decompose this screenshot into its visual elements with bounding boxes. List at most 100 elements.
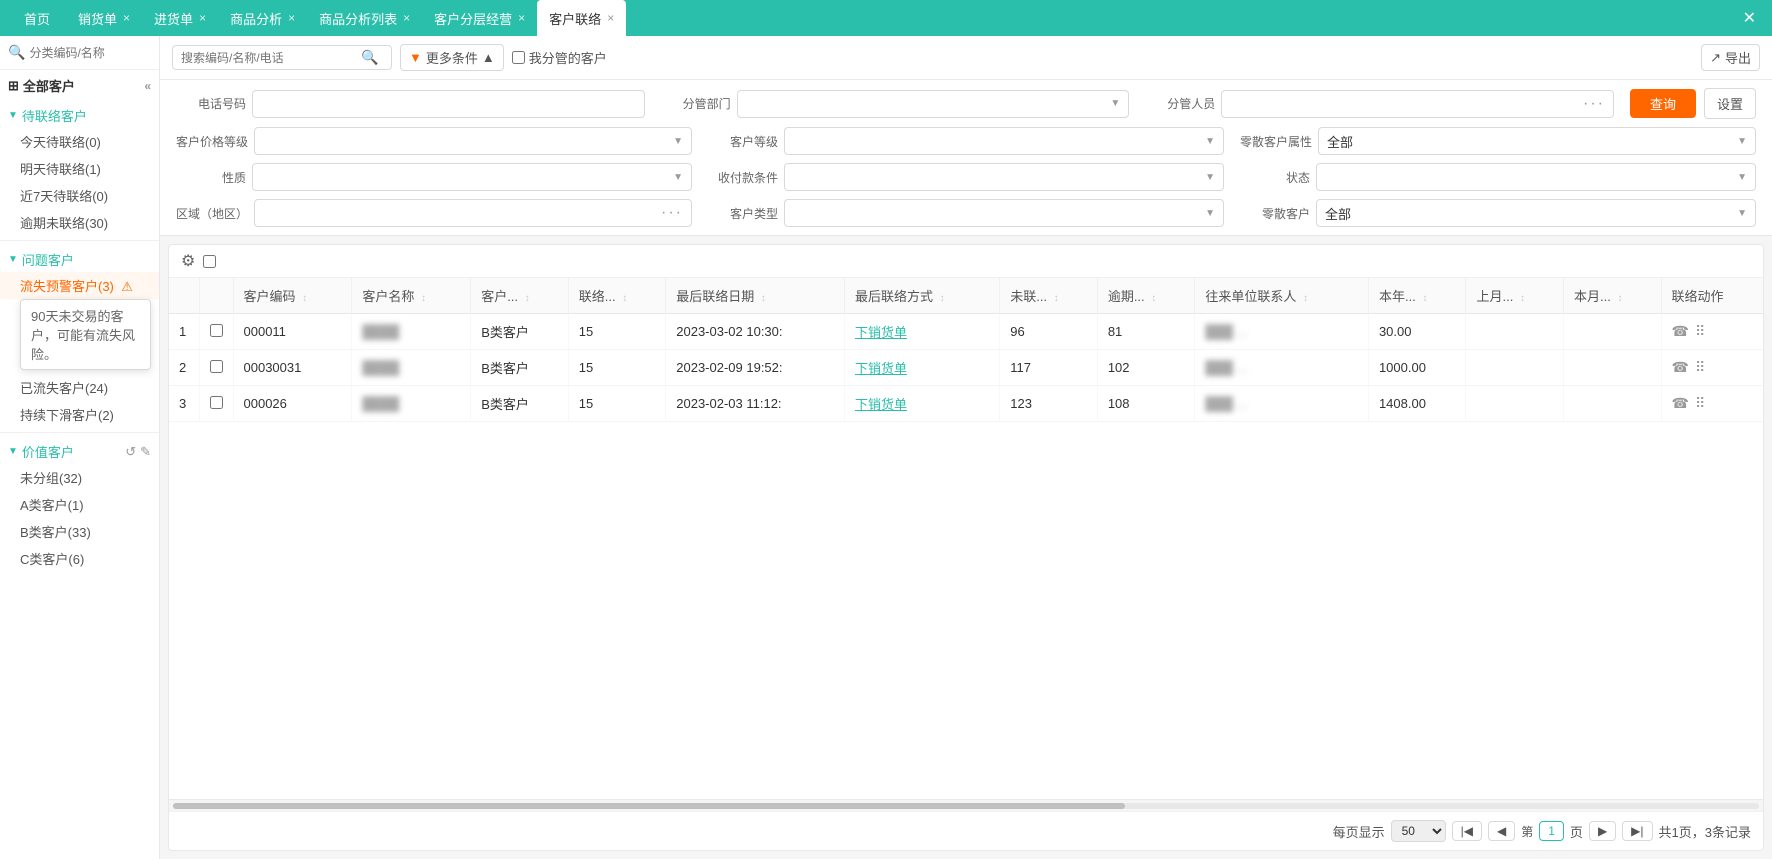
page-first-btn[interactable]: |◀ bbox=[1452, 821, 1482, 841]
filter-scattered-attr-select[interactable]: 全部 ▼ bbox=[1318, 127, 1756, 155]
window-close-icon[interactable]: ✕ bbox=[1735, 8, 1764, 28]
cell-actions[interactable]: ☎⠿ bbox=[1661, 386, 1763, 422]
cell-last-contact-method[interactable]: 下销货单 bbox=[844, 386, 999, 422]
select-all-checkbox[interactable] bbox=[203, 255, 216, 268]
contact-icon[interactable]: ☎ bbox=[1672, 323, 1689, 340]
col-contact[interactable]: 联络... ↕ bbox=[568, 278, 666, 314]
filter-nature-select[interactable]: ▼ bbox=[252, 163, 692, 191]
scrollbar-track[interactable] bbox=[173, 803, 1759, 809]
cell-checkbox[interactable] bbox=[199, 386, 233, 422]
filter-dept-select[interactable]: ▼ bbox=[737, 90, 1130, 118]
search-input[interactable] bbox=[181, 51, 361, 65]
tab-analysis-close[interactable]: × bbox=[288, 11, 295, 25]
col-this-year[interactable]: 本年... ↕ bbox=[1368, 278, 1466, 314]
search-input-wrap[interactable]: 🔍 bbox=[172, 45, 392, 70]
tab-analysis-list-close[interactable]: × bbox=[403, 11, 410, 25]
filter-phone-input[interactable] bbox=[252, 90, 645, 118]
filter-payment-select[interactable]: ▼ bbox=[784, 163, 1224, 191]
contact-icon[interactable]: ☎ bbox=[1672, 359, 1689, 376]
sidebar-item-class-c[interactable]: C类客户(6) bbox=[0, 545, 159, 572]
cell-last-contact-method[interactable]: 下销货单 bbox=[844, 314, 999, 350]
sidebar-all-customers[interactable]: ⊞ 全部客户 « bbox=[0, 70, 159, 101]
col-this-month[interactable]: 本月... ↕ bbox=[1564, 278, 1662, 314]
col-last-contact-method[interactable]: 最后联络方式 ↕ bbox=[844, 278, 999, 314]
tab-home[interactable]: 首页 bbox=[8, 0, 66, 36]
cell-overdue: 102 bbox=[1097, 350, 1195, 386]
sidebar-item-churn-warning[interactable]: 流失预警客户(3) ⚠ bbox=[0, 272, 159, 299]
edit-icon[interactable]: ✎ bbox=[140, 444, 151, 460]
filter-price-level-select[interactable]: ▼ bbox=[254, 127, 692, 155]
tab-sales[interactable]: 销货单 × bbox=[66, 0, 142, 36]
settings-btn[interactable]: 设置 bbox=[1704, 88, 1756, 119]
my-customers-checkbox-wrap[interactable]: 我分管的客户 bbox=[512, 48, 607, 67]
cell-actions[interactable]: ☎⠿ bbox=[1661, 314, 1763, 350]
sidebar-group-value[interactable]: ▼ 价值客户 ↺ ✎ bbox=[0, 437, 159, 464]
tab-customer-contact-close[interactable]: × bbox=[607, 11, 614, 25]
refresh-icon[interactable]: ↺ bbox=[125, 444, 136, 460]
filter-customer-level-select[interactable]: ▼ bbox=[784, 127, 1224, 155]
page-last-btn[interactable]: ▶| bbox=[1622, 821, 1652, 841]
col-last-month[interactable]: 上月... ↕ bbox=[1466, 278, 1564, 314]
page-next-btn[interactable]: ▶ bbox=[1589, 821, 1616, 841]
page-prev-btn[interactable]: ◀ bbox=[1488, 821, 1515, 841]
query-btn[interactable]: 查询 bbox=[1630, 89, 1696, 118]
more-action-icon[interactable]: ⠿ bbox=[1695, 323, 1705, 340]
table-settings-icon[interactable]: ⚙ bbox=[181, 251, 195, 271]
filter-customer-type-arrow: ▼ bbox=[1205, 208, 1215, 219]
my-customers-checkbox[interactable] bbox=[512, 51, 525, 64]
filter-region-select[interactable]: ··· bbox=[254, 199, 692, 227]
sidebar-item-tomorrow-pending[interactable]: 明天待联络(1) bbox=[0, 155, 159, 182]
col-last-contact-date[interactable]: 最后联络日期 ↕ bbox=[666, 278, 845, 314]
horizontal-scrollbar[interactable] bbox=[169, 799, 1763, 811]
col-uncontacted[interactable]: 未联... ↕ bbox=[1000, 278, 1098, 314]
cell-checkbox[interactable] bbox=[199, 314, 233, 350]
more-conditions-btn[interactable]: ▼ 更多条件 ▲ bbox=[400, 44, 504, 71]
tab-analysis[interactable]: 商品分析 × bbox=[218, 0, 307, 36]
filter-nature-label: 性质 bbox=[176, 169, 246, 186]
filter-manager-select[interactable]: ··· bbox=[1221, 90, 1614, 118]
tab-customer-tier[interactable]: 客户分层经营 × bbox=[422, 0, 537, 36]
sort-this-year-icon: ↕ bbox=[1422, 293, 1427, 304]
col-name[interactable]: 客户名称 ↕ bbox=[352, 278, 471, 314]
search-icon-btn[interactable]: 🔍 bbox=[361, 49, 378, 66]
scrollbar-thumb[interactable] bbox=[173, 803, 1125, 809]
tab-purchase-close[interactable]: × bbox=[199, 11, 206, 25]
sidebar-item-ungrouped[interactable]: 未分组(32) bbox=[0, 464, 159, 491]
export-btn[interactable]: ↗ 导出 bbox=[1701, 44, 1760, 71]
churn-tooltip: 90天未交易的客户，可能有流失风险。 bbox=[20, 299, 151, 370]
filter-nature-arrow: ▼ bbox=[673, 172, 683, 183]
sidebar-item-churned[interactable]: 已流失客户(24) bbox=[0, 374, 159, 401]
tab-bar: 首页 销货单 × 进货单 × 商品分析 × 商品分析列表 × 客户分层经营 × … bbox=[0, 0, 1772, 36]
sidebar-item-7days-pending[interactable]: 近7天待联络(0) bbox=[0, 182, 159, 209]
more-action-icon[interactable]: ⠿ bbox=[1695, 395, 1705, 412]
sidebar-item-declining[interactable]: 持续下滑客户(2) bbox=[0, 401, 159, 428]
filter-scattered-select[interactable]: 全部 ▼ bbox=[1316, 199, 1756, 227]
sidebar-group-pending[interactable]: ▼ 待联络客户 bbox=[0, 101, 159, 128]
sidebar-item-class-b[interactable]: B类客户(33) bbox=[0, 518, 159, 545]
tab-customer-contact[interactable]: 客户联络 × bbox=[537, 0, 626, 36]
page-size-select[interactable]: 50 100 bbox=[1391, 820, 1446, 842]
col-type[interactable]: 客户... ↕ bbox=[471, 278, 569, 314]
sidebar-search-input[interactable] bbox=[29, 46, 160, 60]
cell-actions[interactable]: ☎⠿ bbox=[1661, 350, 1763, 386]
sidebar-item-today-pending[interactable]: 今天待联络(0) bbox=[0, 128, 159, 155]
tab-customer-tier-close[interactable]: × bbox=[518, 11, 525, 25]
filter-status-select[interactable]: ▼ bbox=[1316, 163, 1756, 191]
sidebar-item-overdue-contact[interactable]: 逾期未联络(30) bbox=[0, 209, 159, 236]
col-contacts-person[interactable]: 往来单位联系人 ↕ bbox=[1195, 278, 1369, 314]
col-code[interactable]: 客户编码 ↕ bbox=[233, 278, 352, 314]
tab-sales-close[interactable]: × bbox=[123, 11, 130, 25]
cell-checkbox[interactable] bbox=[199, 350, 233, 386]
col-overdue[interactable]: 逾期... ↕ bbox=[1097, 278, 1195, 314]
cell-last-contact-method[interactable]: 下销货单 bbox=[844, 350, 999, 386]
sidebar-collapse-icon[interactable]: « bbox=[144, 79, 151, 93]
tab-analysis-list[interactable]: 商品分析列表 × bbox=[307, 0, 422, 36]
filter-customer-type-select[interactable]: ▼ bbox=[784, 199, 1224, 227]
sidebar-item-class-a[interactable]: A类客户(1) bbox=[0, 491, 159, 518]
sidebar-group-problem[interactable]: ▼ 问题客户 bbox=[0, 245, 159, 272]
more-action-icon[interactable]: ⠿ bbox=[1695, 359, 1705, 376]
filter-manager-more[interactable]: ··· bbox=[1583, 95, 1605, 113]
filter-region-more[interactable]: ··· bbox=[661, 204, 683, 222]
contact-icon[interactable]: ☎ bbox=[1672, 395, 1689, 412]
tab-purchase[interactable]: 进货单 × bbox=[142, 0, 218, 36]
